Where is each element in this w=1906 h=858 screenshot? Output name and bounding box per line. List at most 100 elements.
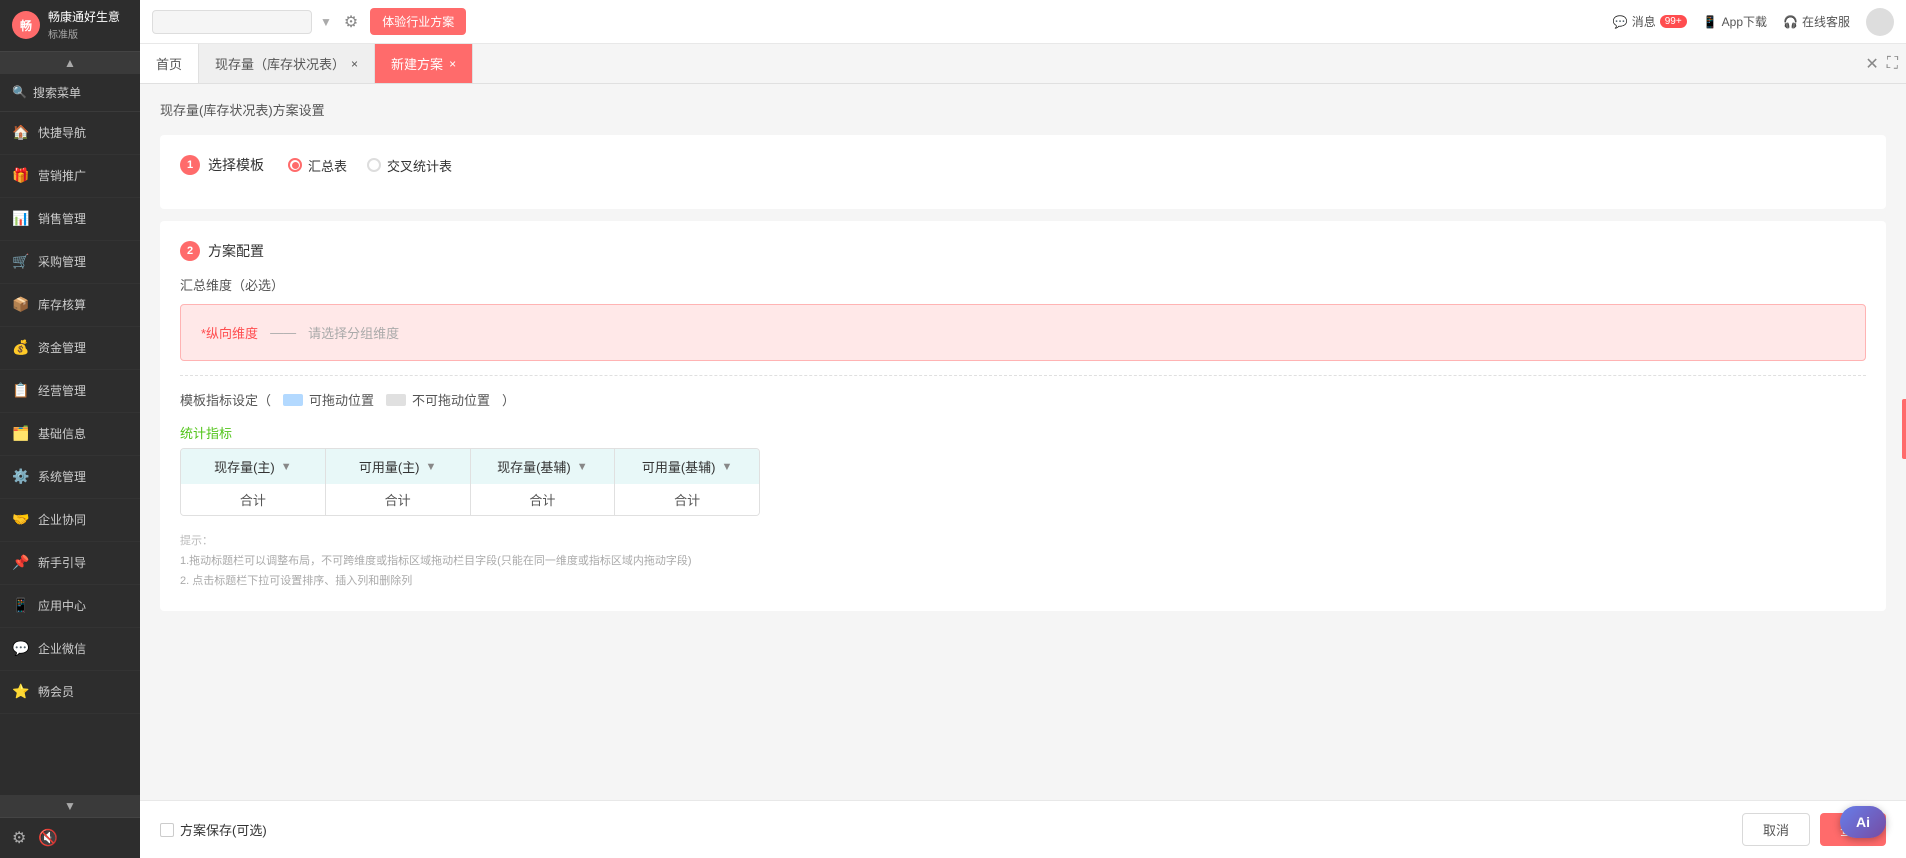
inventory-label: 库存核算	[38, 296, 86, 313]
sidebar-item-wechat[interactable]: 💬 企业微信	[0, 628, 140, 671]
tab-new-plan[interactable]: 新建方案 ×	[375, 44, 473, 83]
tips-section: 提示： 1.拖动标题栏可以调整布局，不可跨维度或指标区域拖动栏目字段(只能在同一…	[180, 532, 1866, 591]
operations-label: 经营管理	[38, 382, 86, 399]
app-download-icon: 📱	[1703, 15, 1718, 29]
save-option[interactable]: 方案保存(可选)	[160, 820, 267, 839]
stats-section: 统计指标 现存量(主) ▼ 可用量(主) ▼ 现存量(基辅)	[180, 423, 1866, 516]
tab-home[interactable]: 首页	[140, 44, 199, 83]
cancel-button[interactable]: 取消	[1742, 813, 1810, 846]
sidebar-item-operations[interactable]: 📋 经营管理	[0, 370, 140, 413]
unmovable-box	[386, 394, 406, 406]
step2-title: 方案配置	[208, 241, 264, 261]
ai-fab-button[interactable]: Ai	[1840, 806, 1886, 838]
stats-header-row: 现存量(主) ▼ 可用量(主) ▼ 现存量(基辅) ▼ 可用量(基辅)	[181, 449, 759, 484]
stats-col1-data: 合计	[181, 484, 326, 515]
member-label: 畅会员	[38, 683, 74, 700]
volume-icon[interactable]: 🔇	[38, 828, 58, 848]
sidebar-item-sales[interactable]: 📊 销售管理	[0, 198, 140, 241]
online-service-label: 在线客服	[1802, 13, 1850, 30]
radio-cross-label: 交叉统计表	[387, 156, 452, 175]
step1-card: 1 选择模板 汇总表 交叉统计表	[160, 135, 1886, 209]
message-icon: 💬	[1613, 15, 1628, 29]
tab-new-plan-close[interactable]: ×	[449, 57, 456, 71]
sidebar-item-system[interactable]: ⚙️ 系统管理	[0, 456, 140, 499]
tab-inventory-close[interactable]: ×	[351, 57, 358, 71]
topbar: ▼ ⚙ 体验行业方案 💬 消息 99+ 📱 App下载 🎧 在线客服	[140, 0, 1906, 44]
movable-indicator: 可拖动位置	[283, 390, 374, 409]
stats-data-row: 合计 合计 合计 合计	[181, 484, 759, 515]
guide-label: 新手引导	[38, 554, 86, 571]
avatar[interactable]	[1866, 8, 1894, 36]
purchase-label: 采购管理	[38, 253, 86, 270]
sidebar-scroll-down[interactable]: ▼	[0, 795, 140, 817]
stats-col2-label: 可用量(主)	[359, 457, 420, 476]
radio-cross-circle	[367, 158, 381, 172]
stats-col3-data: 合计	[471, 484, 616, 515]
step1-header: 1 选择模板 汇总表 交叉统计表	[180, 155, 1866, 175]
stats-col4-header[interactable]: 可用量(基辅) ▼	[615, 449, 759, 484]
app-center-icon: 📱	[12, 597, 30, 615]
inventory-icon: 📦	[12, 296, 30, 314]
basic-info-icon: 🗂️	[12, 425, 30, 443]
stats-col2-header[interactable]: 可用量(主) ▼	[326, 449, 471, 484]
wechat-label: 企业微信	[38, 640, 86, 657]
settings-icon[interactable]: ⚙	[12, 828, 26, 848]
tab-expand-icon[interactable]: ⛶	[1887, 55, 1898, 73]
sidebar-item-inventory[interactable]: 📦 库存核算	[0, 284, 140, 327]
template-radio-group: 汇总表 交叉统计表	[288, 156, 452, 175]
dimension-area[interactable]: *纵向维度 —— 请选择分组维度	[180, 304, 1866, 361]
bottom-bar: 方案保存(可选) 取消 查询	[140, 800, 1906, 858]
dimension-required-label: *纵向维度	[201, 323, 258, 342]
sidebar-item-purchase[interactable]: 🛒 采购管理	[0, 241, 140, 284]
dimension-placeholder: 请选择分组维度	[308, 323, 399, 342]
app-name: 畅康通好生意	[48, 10, 120, 26]
topbar-search-input[interactable]	[152, 10, 312, 34]
sidebar-item-finance[interactable]: 💰 资金管理	[0, 327, 140, 370]
sidebar-scroll-up[interactable]: ▲	[0, 52, 140, 74]
messages-btn[interactable]: 💬 消息 99+	[1613, 13, 1687, 30]
sidebar-item-member[interactable]: ⭐ 畅会员	[0, 671, 140, 714]
trial-btn[interactable]: 体验行业方案	[370, 8, 466, 35]
system-icon: ⚙️	[12, 468, 30, 486]
app-download-btn[interactable]: 📱 App下载	[1703, 13, 1767, 30]
tip1: 1.拖动标题栏可以调整布局，不可跨维度或指标区域拖动栏目字段(只能在同一维度或指…	[180, 552, 1866, 572]
stats-col3-chevron: ▼	[577, 461, 588, 473]
member-icon: ⭐	[12, 683, 30, 701]
template-settings-label: 模板指标设定（	[180, 390, 271, 409]
quick-nav-icon: 🏠	[12, 124, 30, 142]
sidebar-item-app-center[interactable]: 📱 应用中心	[0, 585, 140, 628]
stats-col3-label: 现存量(基辅)	[497, 457, 571, 476]
tab-close-icon[interactable]: ✕	[1865, 54, 1878, 74]
step1-badge: 1	[180, 155, 200, 175]
unmovable-indicator: 不可拖动位置	[386, 390, 490, 409]
stats-col3-header[interactable]: 现存量(基辅) ▼	[471, 449, 616, 484]
tabs-actions: ✕ ⛶	[1865, 54, 1906, 74]
stats-col2-chevron: ▼	[426, 461, 437, 473]
sidebar-search[interactable]: 🔍 搜索菜单	[0, 74, 140, 112]
sidebar-item-basic-info[interactable]: 🗂️ 基础信息	[0, 413, 140, 456]
search-icon: 🔍	[12, 85, 27, 99]
sidebar-item-quick-nav[interactable]: 🏠 快捷导航	[0, 112, 140, 155]
radio-summary[interactable]: 汇总表	[288, 156, 347, 175]
search-label: 搜索菜单	[33, 84, 81, 101]
topbar-gear-icon[interactable]: ⚙	[344, 12, 358, 32]
sidebar-item-marketing[interactable]: 🎁 营销推广	[0, 155, 140, 198]
save-checkbox[interactable]	[160, 823, 174, 837]
tab-inventory-status[interactable]: 现存量（库存状况表） ×	[199, 44, 375, 83]
sidebar-footer: ⚙ 🔇	[0, 817, 140, 858]
page-title: 现存量(库存状况表)方案设置	[160, 100, 1886, 119]
sidebar-item-cooperation[interactable]: 🤝 企业协同	[0, 499, 140, 542]
movable-label: 可拖动位置	[309, 390, 374, 409]
sidebar-item-guide[interactable]: 📌 新手引导	[0, 542, 140, 585]
tip2: 2. 点击标题栏下拉可设置排序、插入列和删除列	[180, 572, 1866, 592]
sales-label: 销售管理	[38, 210, 86, 227]
online-service-btn[interactable]: 🎧 在线客服	[1783, 13, 1850, 30]
divider1	[180, 375, 1866, 376]
stats-col4-chevron: ▼	[722, 461, 733, 473]
stats-col1-header[interactable]: 现存量(主) ▼	[181, 449, 326, 484]
step1-title: 选择模板	[208, 155, 264, 175]
app-logo: 畅	[12, 11, 40, 39]
radio-cross[interactable]: 交叉统计表	[367, 156, 452, 175]
sales-icon: 📊	[12, 210, 30, 228]
radio-summary-circle	[288, 158, 302, 172]
